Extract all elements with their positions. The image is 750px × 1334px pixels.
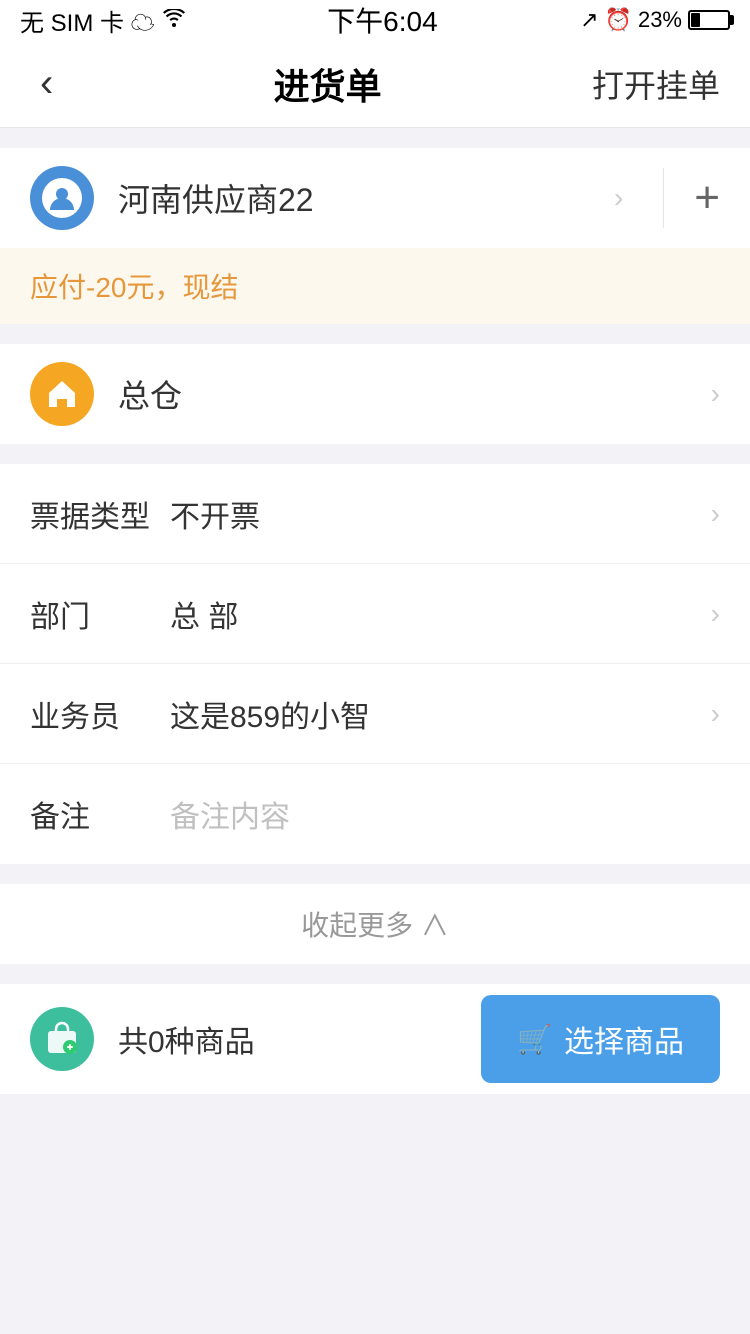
wifi-icon xyxy=(163,7,185,33)
supplier-section: 河南供应商22 › + 应付-20元，现结 xyxy=(0,148,750,324)
page-title: 进货单 xyxy=(274,58,382,110)
sim-label: 无 SIM 卡 ☁ xyxy=(20,3,155,38)
invoice-type-label: 票据类型 xyxy=(30,492,170,536)
status-bar: 无 SIM 卡 ☁ 下午6:04 ↗ ⏰ 23% xyxy=(0,0,750,40)
warehouse-section: 总仓 › xyxy=(0,344,750,444)
status-left: 无 SIM 卡 ☁ xyxy=(20,3,185,38)
battery-percent: 23% xyxy=(638,7,682,33)
back-button[interactable]: ‹ xyxy=(30,51,63,116)
nav-bar: ‹ 进货单 打开挂单 xyxy=(0,40,750,128)
status-right: ↗ ⏰ 23% xyxy=(580,7,730,33)
select-product-button[interactable]: 🛒 选择商品 xyxy=(481,995,720,1083)
supplier-chevron-icon: › xyxy=(614,182,623,214)
warehouse-row[interactable]: 总仓 › xyxy=(0,344,750,444)
open-pending-button[interactable]: 打开挂单 xyxy=(592,61,720,107)
department-label: 部门 xyxy=(30,592,170,636)
department-row[interactable]: 部门 总 部 › xyxy=(0,564,750,664)
invoice-type-value: 不开票 xyxy=(170,492,711,536)
supplier-divider xyxy=(663,168,664,228)
salesperson-row[interactable]: 业务员 这是859的小智 › xyxy=(0,664,750,764)
salesperson-value: 这是859的小智 xyxy=(170,692,711,736)
status-time: 下午6:04 xyxy=(327,0,438,40)
remark-row[interactable]: 备注 备注内容 xyxy=(0,764,750,864)
remark-input[interactable]: 备注内容 xyxy=(170,792,720,836)
warehouse-icon xyxy=(30,362,94,426)
invoice-type-chevron-icon: › xyxy=(711,498,720,530)
warehouse-name: 总仓 xyxy=(118,371,711,417)
invoice-type-row[interactable]: 票据类型 不开票 › xyxy=(0,464,750,564)
location-icon: ↗ xyxy=(580,7,598,33)
add-supplier-button[interactable]: + xyxy=(694,173,720,223)
department-chevron-icon: › xyxy=(711,598,720,630)
select-product-icon: 🛒 xyxy=(517,1023,552,1056)
form-section: 票据类型 不开票 › 部门 总 部 › 业务员 这是859的小智 › 备注 备注… xyxy=(0,464,750,864)
salesperson-chevron-icon: › xyxy=(711,698,720,730)
collapse-button[interactable]: 收起更多 ∧ xyxy=(0,884,750,964)
product-count: 共0种商品 xyxy=(118,1017,481,1061)
collapse-label: 收起更多 ∧ xyxy=(301,904,449,944)
supplier-notice: 应付-20元，现结 xyxy=(0,248,750,324)
clock-icon: ⏰ xyxy=(605,7,632,33)
supplier-avatar-inner xyxy=(42,178,82,218)
department-value: 总 部 xyxy=(170,592,711,636)
supplier-avatar xyxy=(30,166,94,230)
bottom-section: 共0种商品 🛒 选择商品 xyxy=(0,984,750,1094)
supplier-row[interactable]: 河南供应商22 › + xyxy=(0,148,750,248)
battery-icon xyxy=(688,10,730,30)
remark-label: 备注 xyxy=(30,792,170,836)
supplier-name: 河南供应商22 xyxy=(118,175,614,221)
product-icon xyxy=(30,1007,94,1071)
select-product-label: 选择商品 xyxy=(564,1017,684,1061)
salesperson-label: 业务员 xyxy=(30,692,170,736)
section-gap-1 xyxy=(0,128,750,148)
warehouse-chevron-icon: › xyxy=(711,378,720,410)
